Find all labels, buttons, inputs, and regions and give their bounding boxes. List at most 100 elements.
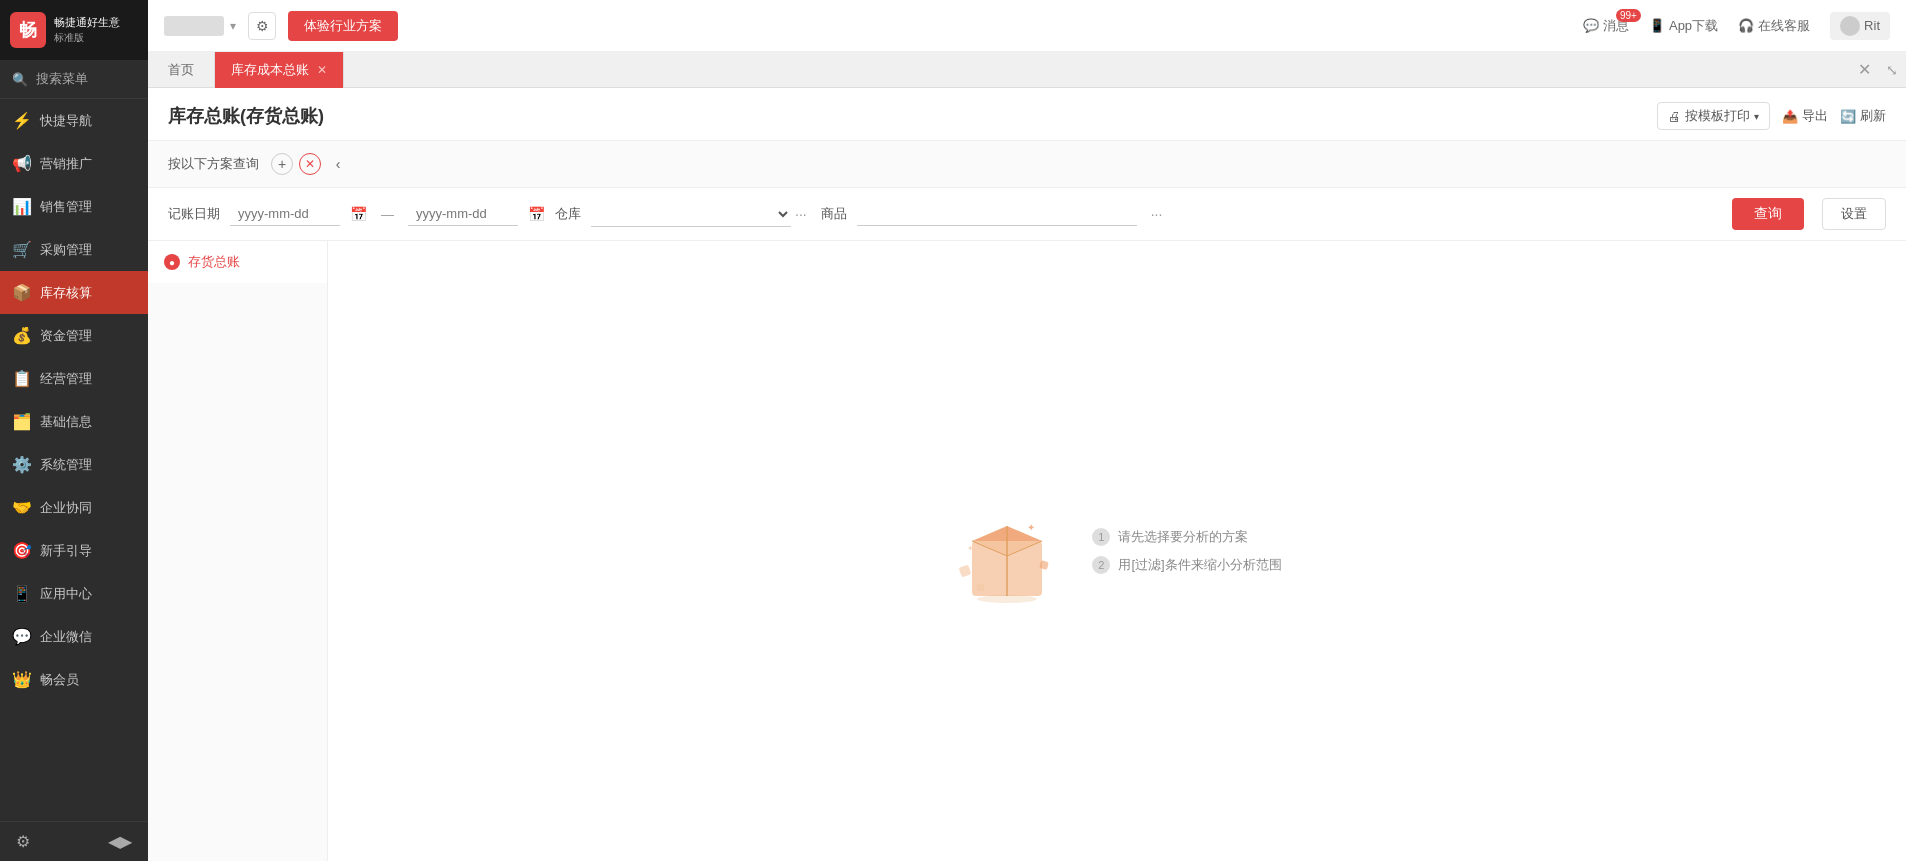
page-header: 库存总账(存货总账) 🖨 按模板打印 ▾ 📤 导出 🔄 刷新 (148, 88, 1906, 141)
printer-icon: 🖨 (1668, 109, 1681, 124)
guide-icon: 🎯 (12, 541, 32, 560)
page-actions: 🖨 按模板打印 ▾ 📤 导出 🔄 刷新 (1657, 102, 1886, 130)
main-area: ▾ ⚙ 体验行业方案 💬 消息 99+ 📱 App下载 🎧 在线客服 Rit (148, 0, 1906, 861)
enterprise-icon: 🤝 (12, 498, 32, 517)
phone-icon: 📱 (1649, 18, 1665, 33)
operations-icon: 📋 (12, 369, 32, 388)
chevron-down-icon: ▾ (230, 19, 236, 33)
tab-inventory-cost[interactable]: 库存成本总账 ✕ (215, 52, 344, 88)
filter-actions: + ✕ ‹ (271, 153, 349, 175)
sidebar-item-finance[interactable]: 💰 资金管理 (0, 314, 148, 357)
warehouse-more-icon[interactable]: ··· (791, 206, 811, 222)
sidebar-item-wechat[interactable]: 💬 企业微信 (0, 615, 148, 658)
sidebar-item-basic-info[interactable]: 🗂️ 基础信息 (0, 400, 148, 443)
export-button[interactable]: 📤 导出 (1782, 107, 1828, 125)
inventory-icon: 📦 (12, 283, 32, 302)
product-input[interactable] (857, 202, 1137, 226)
sales-icon: 📊 (12, 197, 32, 216)
settings-bottom-icon[interactable]: ⚙ (16, 832, 30, 851)
query-button[interactable]: 查询 (1732, 198, 1804, 230)
body-area: ● 存货总账 (148, 241, 1906, 861)
topbar: ▾ ⚙ 体验行业方案 💬 消息 99+ 📱 App下载 🎧 在线客服 Rit (148, 0, 1906, 52)
product-more-icon[interactable]: ··· (1147, 206, 1167, 222)
warehouse-select-wrapper: ··· (591, 201, 811, 227)
filter-label: 按以下方案查询 (168, 155, 259, 173)
print-button[interactable]: 🖨 按模板打印 ▾ (1657, 102, 1770, 130)
user-profile[interactable]: Rit (1830, 12, 1890, 40)
sidebar-item-purchase[interactable]: 🛒 采购管理 (0, 228, 148, 271)
tab-home[interactable]: 首页 (148, 52, 215, 88)
finance-icon: 💰 (12, 326, 32, 345)
close-panel-button[interactable]: ✕ (1850, 56, 1878, 84)
purchase-icon: 🛒 (12, 240, 32, 259)
settings-button[interactable]: 设置 (1822, 198, 1886, 230)
sidebar-item-marketing[interactable]: 📢 营销推广 (0, 142, 148, 185)
sidebar-bottom: ⚙ ◀▶ (0, 821, 148, 861)
sidebar-item-system[interactable]: ⚙️ 系统管理 (0, 443, 148, 486)
online-service[interactable]: 🎧 在线客服 (1738, 17, 1810, 35)
svg-rect-2 (959, 565, 972, 578)
sidebar-item-guide[interactable]: 🎯 新手引导 (0, 529, 148, 572)
search-menu[interactable]: 🔍 搜索菜单 (0, 60, 148, 99)
warehouse-select[interactable] (591, 201, 791, 227)
member-icon: 👑 (12, 670, 32, 689)
breadcrumb-placeholder (164, 16, 224, 36)
svg-rect-4 (977, 583, 985, 591)
messages-badge[interactable]: 💬 消息 99+ (1583, 17, 1629, 35)
date-label: 记账日期 (168, 205, 220, 223)
scheme-item-inventory-ledger[interactable]: ● 存货总账 (148, 241, 327, 283)
body-content: ✦ ✦ 1 请先选择要分析的方案 2 用[过滤]条件 (328, 241, 1906, 861)
product-label: 商品 (821, 205, 847, 223)
breadcrumb-dropdown[interactable]: ▾ (230, 19, 236, 33)
date-from-input[interactable] (230, 202, 340, 226)
date-to-input[interactable] (408, 202, 518, 226)
filter-arrow-button[interactable]: ‹ (327, 153, 349, 175)
page-title: 库存总账(存货总账) (168, 104, 324, 128)
sidebar-item-operations[interactable]: 📋 经营管理 (0, 357, 148, 400)
export-icon: 📤 (1782, 109, 1798, 124)
headset-icon: 🎧 (1738, 18, 1754, 33)
app-logo-text: 畅捷通好生意 标准版 (54, 15, 120, 44)
tip-item-1: 1 请先选择要分析的方案 (1092, 528, 1281, 546)
filter-collapse-button[interactable]: ✕ (299, 153, 321, 175)
quick-nav-icon: ⚡ (12, 111, 32, 130)
basic-info-icon: 🗂️ (12, 412, 32, 431)
sidebar: 畅 畅捷通好生意 标准版 🔍 搜索菜单 ⚡ 快捷导航 📢 营销推广 📊 销售管理… (0, 0, 148, 861)
svg-text:✦: ✦ (1027, 522, 1035, 533)
sidebar-item-sales[interactable]: 📊 销售管理 (0, 185, 148, 228)
tip-num-1: 1 (1092, 528, 1110, 546)
system-icon: ⚙️ (12, 455, 32, 474)
calendar-from-icon[interactable]: 📅 (350, 206, 367, 222)
svg-text:✦: ✦ (967, 544, 974, 553)
filter-row: 记账日期 📅 — 📅 仓库 ··· 商品 ··· 查询 设置 (148, 188, 1906, 241)
sidebar-item-member[interactable]: 👑 畅会员 (0, 658, 148, 701)
app-download[interactable]: 📱 App下载 (1649, 17, 1718, 35)
empty-state: ✦ ✦ 1 请先选择要分析的方案 2 用[过滤]条件 (952, 496, 1281, 606)
sidebar-nav: ⚡ 快捷导航 📢 营销推广 📊 销售管理 🛒 采购管理 📦 库存核算 💰 资金管… (0, 99, 148, 821)
sidebar-item-app-center[interactable]: 📱 应用中心 (0, 572, 148, 615)
empty-illustration: ✦ ✦ (952, 496, 1062, 606)
calendar-to-icon[interactable]: 📅 (528, 206, 545, 222)
breadcrumb: ▾ (164, 16, 236, 36)
expand-panel-button[interactable]: ⤡ (1878, 56, 1906, 84)
refresh-icon: 🔄 (1840, 109, 1856, 124)
empty-tips: 1 请先选择要分析的方案 2 用[过滤]条件来缩小分析范围 (1092, 528, 1281, 574)
svg-point-7 (977, 595, 1037, 603)
refresh-button[interactable]: 🔄 刷新 (1840, 107, 1886, 125)
tab-close-icon[interactable]: ✕ (317, 63, 327, 77)
topbar-gear-icon[interactable]: ⚙ (248, 12, 276, 40)
sidebar-item-quick-nav[interactable]: ⚡ 快捷导航 (0, 99, 148, 142)
topbar-right: 💬 消息 99+ 📱 App下载 🎧 在线客服 Rit (1583, 12, 1890, 40)
user-avatar (1840, 16, 1860, 36)
date-separator: — (377, 207, 398, 222)
collapse-icon[interactable]: ◀▶ (108, 832, 132, 851)
filter-bar: 按以下方案查询 + ✕ ‹ (148, 141, 1906, 188)
filter-add-button[interactable]: + (271, 153, 293, 175)
trial-button[interactable]: 体验行业方案 (288, 11, 398, 41)
sidebar-item-enterprise[interactable]: 🤝 企业协同 (0, 486, 148, 529)
print-dropdown-icon: ▾ (1754, 111, 1759, 122)
scheme-item-icon: ● (164, 254, 180, 270)
marketing-icon: 📢 (12, 154, 32, 173)
sidebar-item-inventory[interactable]: 📦 库存核算 (0, 271, 148, 314)
tabbar: 首页 库存成本总账 ✕ ✕ ⤡ (148, 52, 1906, 88)
